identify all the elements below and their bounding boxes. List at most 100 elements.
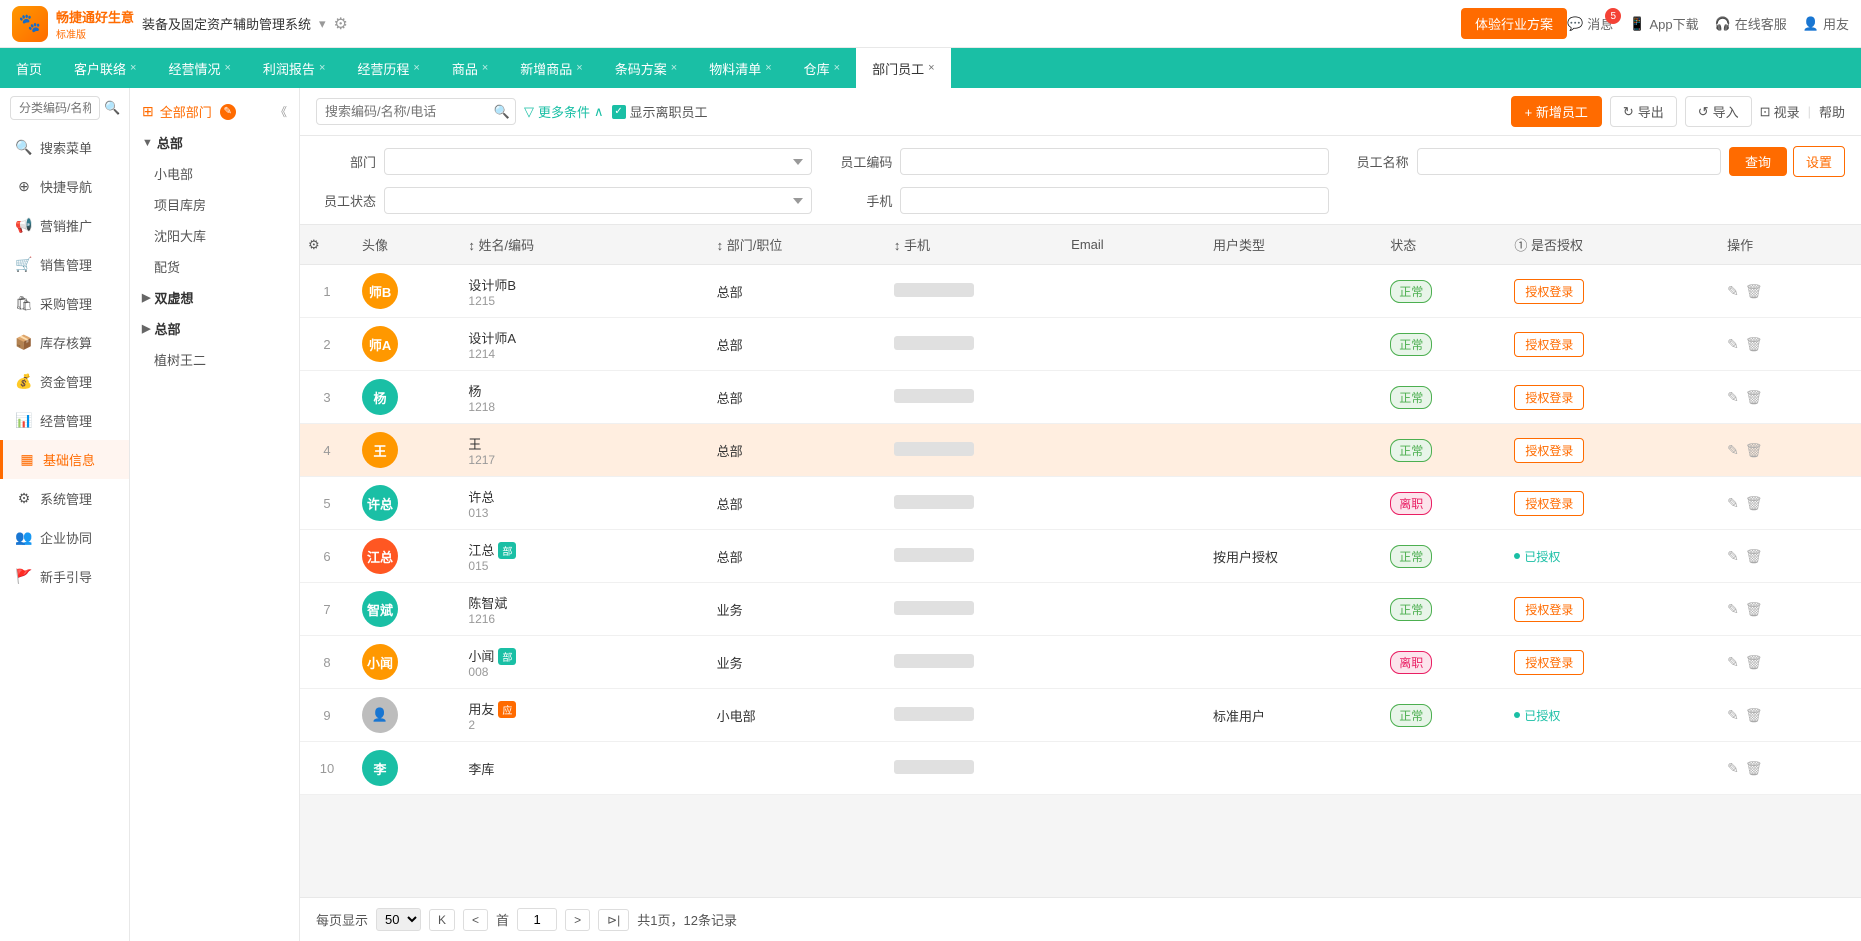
query-button[interactable]: 查询 <box>1729 147 1787 176</box>
title-dropdown[interactable]: ▾ <box>319 16 326 32</box>
th-settings[interactable]: ⚙ <box>300 225 354 265</box>
sidebar-item-搜索菜单[interactable]: 🔍搜索菜单 <box>0 128 129 167</box>
nav-close-icon[interactable]: × <box>834 62 840 74</box>
sidebar-item-采购管理[interactable]: 🛍采购管理 <box>0 284 129 323</box>
help-button[interactable]: 帮助 <box>1819 102 1845 121</box>
page-input[interactable] <box>517 908 557 931</box>
prev-page-btn[interactable]: < <box>463 909 488 931</box>
sidebar-item-企业协同[interactable]: 👥企业协同 <box>0 518 129 557</box>
emp-code-input[interactable] <box>900 148 1328 175</box>
trial-button[interactable]: 体验行业方案 <box>1461 8 1567 39</box>
delete-icon[interactable]: 🗑 <box>1745 389 1763 406</box>
auth-login-btn[interactable]: 授权登录 <box>1514 385 1584 410</box>
sidebar-item-快捷导航[interactable]: ⊕快捷导航 <box>0 167 129 206</box>
more-filter-btn[interactable]: ▽ 更多条件 ∧ <box>524 102 604 121</box>
edit-icon[interactable]: ✎ <box>1727 336 1739 353</box>
sidebar-item-基础信息[interactable]: ▦基础信息 <box>0 440 129 479</box>
nav-close-icon[interactable]: × <box>576 62 582 74</box>
sidebar-search-icon[interactable]: 🔍 <box>104 100 120 116</box>
nav-close-icon[interactable]: × <box>765 62 771 74</box>
collapse-icon[interactable]: 《 <box>275 103 287 120</box>
show-resigned-toggle[interactable]: ✓ 显示离职员工 <box>612 102 708 121</box>
per-page-select[interactable]: 50 <box>376 908 421 931</box>
sidebar-item-系统管理[interactable]: ⚙系统管理 <box>0 479 129 518</box>
delete-icon[interactable]: 🗑 <box>1745 654 1763 671</box>
edit-icon[interactable]: ✎ <box>1727 283 1739 300</box>
sidebar-item-新手引导[interactable]: 🚩新手引导 <box>0 557 129 596</box>
auth-login-btn[interactable]: 授权登录 <box>1514 650 1584 675</box>
edit-icon[interactable]: ✎ <box>1727 442 1739 459</box>
last-page-btn[interactable]: ⊳| <box>598 909 629 931</box>
delete-icon[interactable]: 🗑 <box>1745 495 1763 512</box>
nav-item-新增商品[interactable]: 新增商品× <box>504 48 598 88</box>
app-download-btn[interactable]: 📱 App下载 <box>1629 14 1698 33</box>
sidebar-item-资金管理[interactable]: 💰资金管理 <box>0 362 129 401</box>
view-button[interactable]: ⊡ 视录 <box>1760 102 1800 121</box>
auth-login-btn[interactable]: 授权登录 <box>1514 279 1584 304</box>
dept-item-zhishu[interactable]: 植树王二 <box>130 344 299 375</box>
sidebar-item-库存核算[interactable]: 📦库存核算 <box>0 323 129 362</box>
th-name[interactable]: ↕ 姓名/编码 <box>460 225 708 265</box>
nav-close-icon[interactable]: × <box>413 62 419 74</box>
delete-icon[interactable]: 🗑 <box>1745 442 1763 459</box>
nav-item-经营历程[interactable]: 经营历程× <box>341 48 435 88</box>
th-phone[interactable]: ↕ 手机 <box>886 225 1063 265</box>
nav-close-icon[interactable]: × <box>671 62 677 74</box>
delete-icon[interactable]: 🗑 <box>1745 601 1763 618</box>
dept-item-shenyang[interactable]: 沈阳大库 <box>130 220 299 251</box>
nav-item-仓库[interactable]: 仓库× <box>788 48 856 88</box>
th-dept[interactable]: ↕ 部门/职位 <box>709 225 886 265</box>
edit-icon[interactable]: ✎ <box>1727 707 1739 724</box>
next-page-btn[interactable]: > <box>565 909 590 931</box>
edit-icon[interactable]: ✎ <box>1727 495 1739 512</box>
resigned-checkbox[interactable]: ✓ <box>612 105 626 119</box>
emp-status-select[interactable] <box>384 187 812 214</box>
nav-close-icon[interactable]: × <box>130 62 136 74</box>
emp-name-input[interactable] <box>1417 148 1721 175</box>
nav-item-部门员工[interactable]: 部门员工× <box>856 48 950 88</box>
sidebar-item-营销推广[interactable]: 📢营销推广 <box>0 206 129 245</box>
auth-login-btn[interactable]: 授权登录 <box>1514 332 1584 357</box>
edit-icon[interactable]: ✎ <box>1727 548 1739 565</box>
delete-icon[interactable]: 🗑 <box>1745 548 1763 565</box>
nav-item-商品[interactable]: 商品× <box>436 48 504 88</box>
auth-login-btn[interactable]: 授权登录 <box>1514 438 1584 463</box>
delete-icon[interactable]: 🗑 <box>1745 336 1763 353</box>
nav-close-icon-active[interactable]: × <box>928 62 934 74</box>
export-button[interactable]: ↻ 导出 <box>1610 96 1677 127</box>
dept-select[interactable] <box>384 148 812 175</box>
edit-icon[interactable]: ✎ <box>1727 601 1739 618</box>
delete-icon[interactable]: 🗑 <box>1745 760 1763 777</box>
nav-item-经营情况[interactable]: 经营情况× <box>152 48 246 88</box>
sidebar-search-input[interactable] <box>10 96 100 120</box>
auth-login-btn[interactable]: 授权登录 <box>1514 597 1584 622</box>
delete-icon[interactable]: 🗑 <box>1745 283 1763 300</box>
import-button[interactable]: ↺ 导入 <box>1685 96 1752 127</box>
sidebar-item-经营管理[interactable]: 📊经营管理 <box>0 401 129 440</box>
nav-item-物料清单[interactable]: 物料清单× <box>693 48 787 88</box>
dept-edit-btn[interactable]: ✎ <box>220 104 236 120</box>
search-icon[interactable]: 🔍 <box>494 104 510 120</box>
dept-item-xiaodian[interactable]: 小电部 <box>130 158 299 189</box>
nav-item-利润报告[interactable]: 利润报告× <box>247 48 341 88</box>
employee-search-input[interactable] <box>316 98 516 125</box>
dept-group-zonbu2[interactable]: ▶ 总部 <box>130 313 299 344</box>
nav-item-客户联络[interactable]: 客户联络× <box>58 48 152 88</box>
first-page-btn[interactable]: K <box>429 909 455 931</box>
edit-icon[interactable]: ✎ <box>1727 654 1739 671</box>
message-btn[interactable]: 💬 消息 5 <box>1567 14 1613 33</box>
nav-item-条码方案[interactable]: 条码方案× <box>599 48 693 88</box>
edit-icon[interactable]: ✎ <box>1727 389 1739 406</box>
all-dept-header[interactable]: ⊞ 全部部门 ✎ 《 <box>130 96 299 127</box>
settings-icon[interactable]: ⚙ <box>334 14 348 34</box>
dept-item-peihuo[interactable]: 配货 <box>130 251 299 282</box>
sidebar-item-销售管理[interactable]: 🛒销售管理 <box>0 245 129 284</box>
nav-close-icon[interactable]: × <box>224 62 230 74</box>
dept-group-zonbu[interactable]: ▼ 总部 <box>130 127 299 158</box>
user-btn[interactable]: 👤 用友 <box>1803 14 1849 33</box>
auth-login-btn[interactable]: 授权登录 <box>1514 491 1584 516</box>
dept-item-xiangmu[interactable]: 项目库房 <box>130 189 299 220</box>
set-button[interactable]: 设置 <box>1793 146 1845 177</box>
support-btn[interactable]: 🎧 在线客服 <box>1715 14 1787 33</box>
delete-icon[interactable]: 🗑 <box>1745 707 1763 724</box>
